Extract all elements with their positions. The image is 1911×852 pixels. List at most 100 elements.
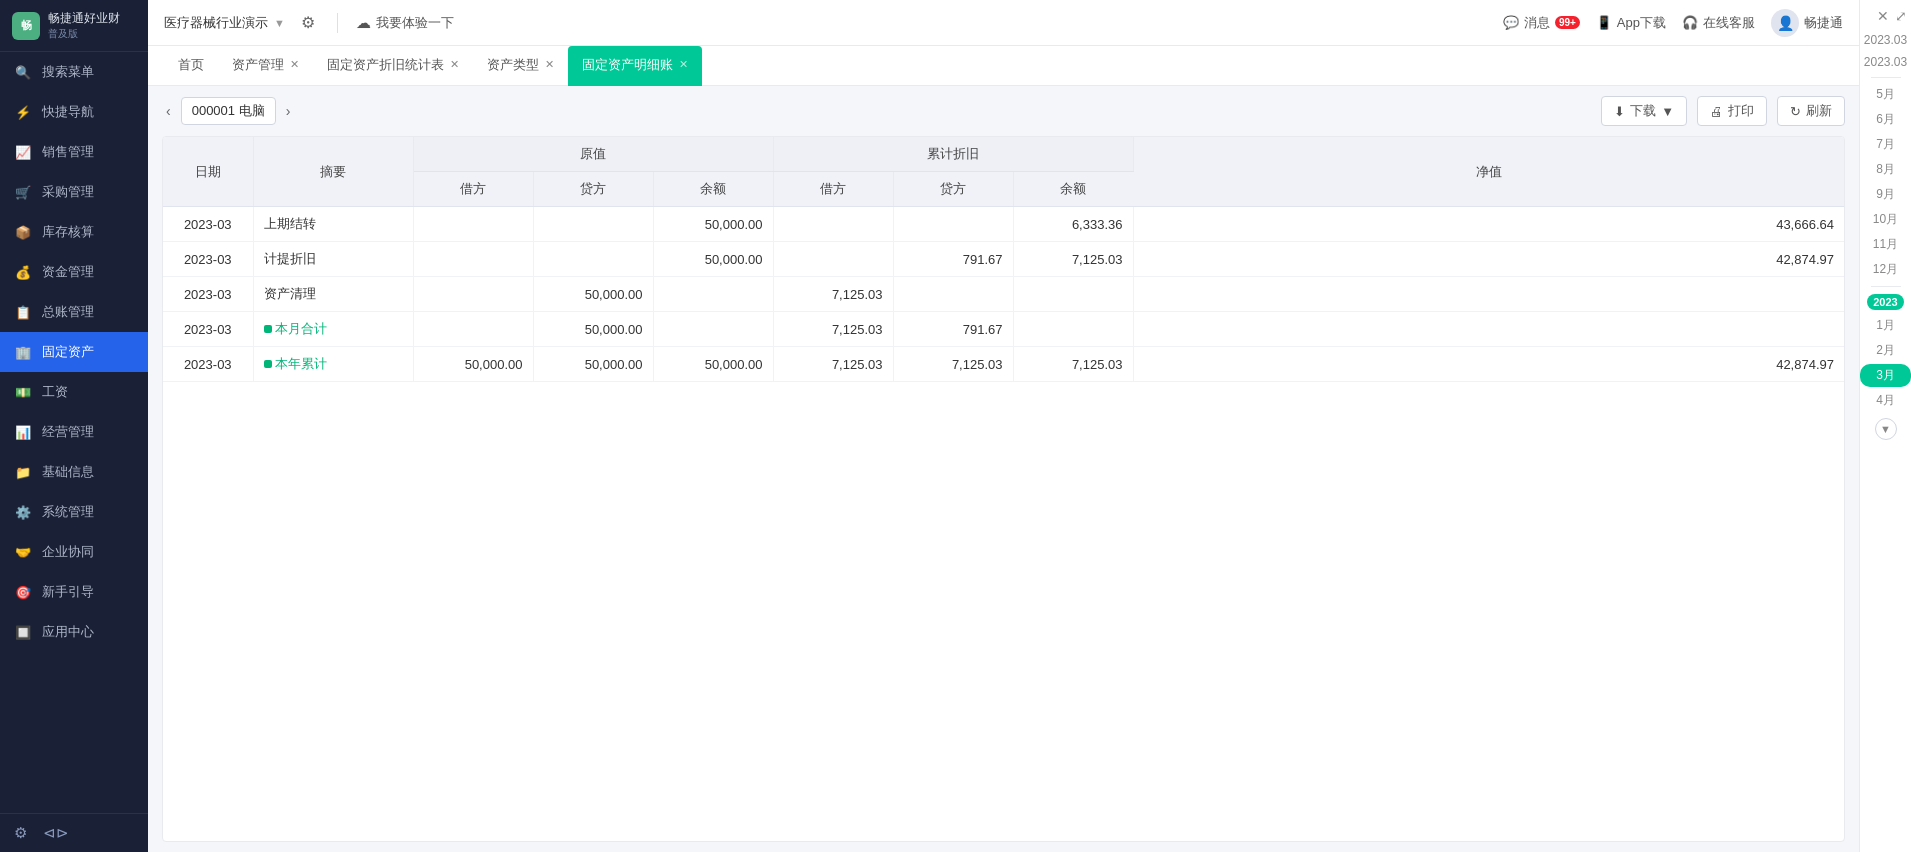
avatar: 👤 — [1771, 9, 1799, 37]
tab-asset-ledger[interactable]: 固定资产明细账 ✕ — [568, 46, 702, 86]
asset-ledger-table-wrapper: 日期 摘要 原值 累计折旧 净值 借方 贷方 余额 借方 贷方 余额 — [162, 136, 1845, 842]
download-btn[interactable]: ⬇ 下载 ▼ — [1601, 96, 1687, 126]
sidebar: 畅 畅捷通好业财 普及版 🔍 搜索菜单 ⚡ 快捷导航 📈 销售管理 🛒 采购管理… — [0, 0, 148, 852]
timeline-month-1[interactable]: 1月 — [1860, 314, 1911, 337]
sidebar-item-system[interactable]: ⚙️ 系统管理 — [0, 492, 148, 532]
th-net-value: 净值 — [1133, 137, 1844, 207]
cell-accum-balance — [1013, 312, 1133, 347]
timeline-divider — [1871, 77, 1901, 78]
lightning-icon: ⚡ — [14, 103, 32, 121]
cell-orig-balance — [653, 277, 773, 312]
message-btn[interactable]: 💬 消息 99+ — [1503, 14, 1580, 32]
cell-accum-credit — [893, 207, 1013, 242]
timeline-scroll-down-btn[interactable]: ▼ — [1875, 418, 1897, 440]
service-btn[interactable]: 🎧 在线客服 — [1682, 14, 1755, 32]
table-row: 2023-03 本年累计 50,000.00 50,000.00 50,000.… — [163, 347, 1844, 382]
prev-asset-btn[interactable]: ‹ — [162, 101, 175, 121]
th-summary: 摘要 — [253, 137, 413, 207]
feedback-btn[interactable]: ☁ 我要体验一下 — [356, 14, 454, 32]
cell-net-value — [1133, 277, 1844, 312]
sidebar-item-ledger[interactable]: 📋 总账管理 — [0, 292, 148, 332]
cell-accum-credit: 7,125.03 — [893, 347, 1013, 382]
th-accum-debit: 借方 — [773, 172, 893, 207]
company-dropdown-icon: ▼ — [274, 17, 285, 29]
timeline-month-3[interactable]: 3月 — [1860, 364, 1911, 387]
sidebar-item-enterprise[interactable]: 🤝 企业协同 — [0, 532, 148, 572]
timeline-month-8[interactable]: 8月 — [1860, 158, 1911, 181]
cell-accum-balance: 7,125.03 — [1013, 242, 1133, 277]
dropdown-arrow: ▼ — [1661, 104, 1674, 119]
timeline-month-4[interactable]: 4月 — [1860, 389, 1911, 412]
cell-date: 2023-03 — [163, 277, 253, 312]
feedback-icon: ☁ — [356, 14, 371, 32]
settings-bottom-icon[interactable]: ⚙ — [14, 824, 27, 842]
sidebar-item-sales[interactable]: 📈 销售管理 — [0, 132, 148, 172]
handshake-icon: 🤝 — [14, 543, 32, 561]
download-icon: ⬇ — [1614, 104, 1625, 119]
refresh-btn[interactable]: ↻ 刷新 — [1777, 96, 1845, 126]
timeline-month-11[interactable]: 11月 — [1860, 233, 1911, 256]
print-btn[interactable]: 🖨 打印 — [1697, 96, 1767, 126]
panel-top-controls: ✕ ⤢ — [1860, 8, 1911, 24]
timeline-month-2[interactable]: 2月 — [1860, 339, 1911, 362]
table-row: 2023-03 本月合计 50,000.00 7,125.03 791.67 — [163, 312, 1844, 347]
company-name: 医疗器械行业演示 — [164, 14, 268, 32]
sidebar-item-purchase[interactable]: 🛒 采购管理 — [0, 172, 148, 212]
cell-date: 2023-03 — [163, 207, 253, 242]
timeline-month-6[interactable]: 6月 — [1860, 108, 1911, 131]
cell-orig-balance — [653, 312, 773, 347]
monthly-total-tag: 本月合计 — [264, 320, 327, 338]
timeline-month-7[interactable]: 7月 — [1860, 133, 1911, 156]
tab-close-depreciation-stats[interactable]: ✕ — [450, 58, 459, 71]
tab-close-asset-type[interactable]: ✕ — [545, 58, 554, 71]
sidebar-item-inventory[interactable]: 📦 库存核算 — [0, 212, 148, 252]
next-asset-btn[interactable]: › — [282, 101, 295, 121]
cell-accum-credit: 791.67 — [893, 242, 1013, 277]
expand-panel-icon[interactable]: ⤢ — [1895, 8, 1907, 24]
cell-net-value: 42,874.97 — [1133, 242, 1844, 277]
company-selector[interactable]: 医疗器械行业演示 ▼ — [164, 14, 285, 32]
sidebar-item-fixed-assets[interactable]: 🏢 固定资产 — [0, 332, 148, 372]
sidebar-item-operations[interactable]: 📊 经营管理 — [0, 412, 148, 452]
toolbar: ‹ 000001 电脑 › ⬇ 下载 ▼ 🖨 打印 ↻ 刷新 — [162, 96, 1845, 126]
close-panel-icon[interactable]: ✕ — [1877, 8, 1889, 24]
tab-asset-type[interactable]: 资产类型 ✕ — [473, 46, 568, 86]
asset-navigator: ‹ 000001 电脑 › — [162, 97, 294, 125]
sidebar-logo-text: 畅捷通好业财 普及版 — [48, 10, 120, 41]
tab-asset-mgmt[interactable]: 资产管理 ✕ — [218, 46, 313, 86]
cell-date: 2023-03 — [163, 347, 253, 382]
green-dot-icon — [264, 360, 272, 368]
tab-close-asset-ledger[interactable]: ✕ — [679, 58, 688, 71]
cell-accum-debit: 7,125.03 — [773, 347, 893, 382]
tab-home[interactable]: 首页 — [164, 46, 218, 86]
toolbar-right-actions: ⬇ 下载 ▼ 🖨 打印 ↻ 刷新 — [1601, 96, 1845, 126]
user-btn[interactable]: 👤 畅捷通 — [1771, 9, 1843, 37]
green-dot-icon — [264, 325, 272, 333]
timeline-date-1[interactable]: 2023.03 — [1860, 30, 1911, 50]
timeline-month-9[interactable]: 9月 — [1860, 183, 1911, 206]
cell-accum-debit — [773, 242, 893, 277]
sidebar-item-guide[interactable]: 🎯 新手引导 — [0, 572, 148, 612]
sidebar-item-search[interactable]: 🔍 搜索菜单 — [0, 52, 148, 92]
cell-accum-debit: 7,125.03 — [773, 277, 893, 312]
timeline-month-12[interactable]: 12月 — [1860, 258, 1911, 281]
sidebar-item-basic-info[interactable]: 📁 基础信息 — [0, 452, 148, 492]
collapse-icon[interactable]: ⊲⊳ — [43, 824, 69, 842]
print-icon: 🖨 — [1710, 104, 1723, 119]
download-btn[interactable]: 📱 App下载 — [1596, 14, 1666, 32]
settings-icon[interactable]: ⚙ — [297, 9, 319, 36]
year-badge[interactable]: 2023 — [1867, 294, 1903, 310]
tab-depreciation-stats[interactable]: 固定资产折旧统计表 ✕ — [313, 46, 473, 86]
timeline-date-2[interactable]: 2023.03 — [1860, 52, 1911, 72]
download-icon: 📱 — [1596, 15, 1612, 30]
sidebar-item-funds[interactable]: 💰 资金管理 — [0, 252, 148, 292]
chart-icon: 📈 — [14, 143, 32, 161]
sidebar-item-quick-nav[interactable]: ⚡ 快捷导航 — [0, 92, 148, 132]
cell-summary: 本月合计 — [253, 312, 413, 347]
sidebar-item-payroll[interactable]: 💵 工资 — [0, 372, 148, 412]
timeline-month-10[interactable]: 10月 — [1860, 208, 1911, 231]
timeline-month-5[interactable]: 5月 — [1860, 83, 1911, 106]
yearly-total-tag: 本年累计 — [264, 355, 327, 373]
sidebar-item-app-center[interactable]: 🔲 应用中心 — [0, 612, 148, 652]
tab-close-asset-mgmt[interactable]: ✕ — [290, 58, 299, 71]
